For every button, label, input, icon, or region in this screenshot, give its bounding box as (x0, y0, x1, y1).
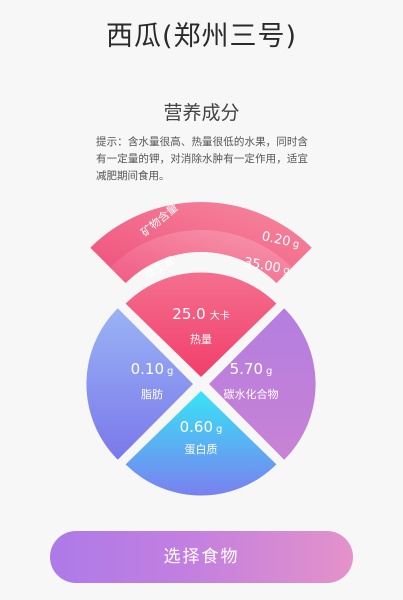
fat-label: 脂肪 (141, 387, 163, 401)
nutrition-tip: 提示：含水量很高、热量很低的水果，同时含有一定量的钾，对消除水肿有一定作用，适宜… (96, 136, 308, 182)
carbs-label: 碳水化合物 (224, 387, 279, 401)
section-title: 营养成分 (163, 102, 240, 124)
nutrition-wheel: 矿物含量 0.20g 维生素 35.00g 25.0 大卡 热量 0.10 g 脂肪… (86, 200, 316, 496)
calories-label: 热量 (190, 333, 212, 346)
select-food-button[interactable]: 选择食物 (50, 531, 353, 583)
page-title: 西瓜(郑州三号) (105, 21, 298, 52)
protein-label: 蛋白质 (185, 442, 218, 456)
